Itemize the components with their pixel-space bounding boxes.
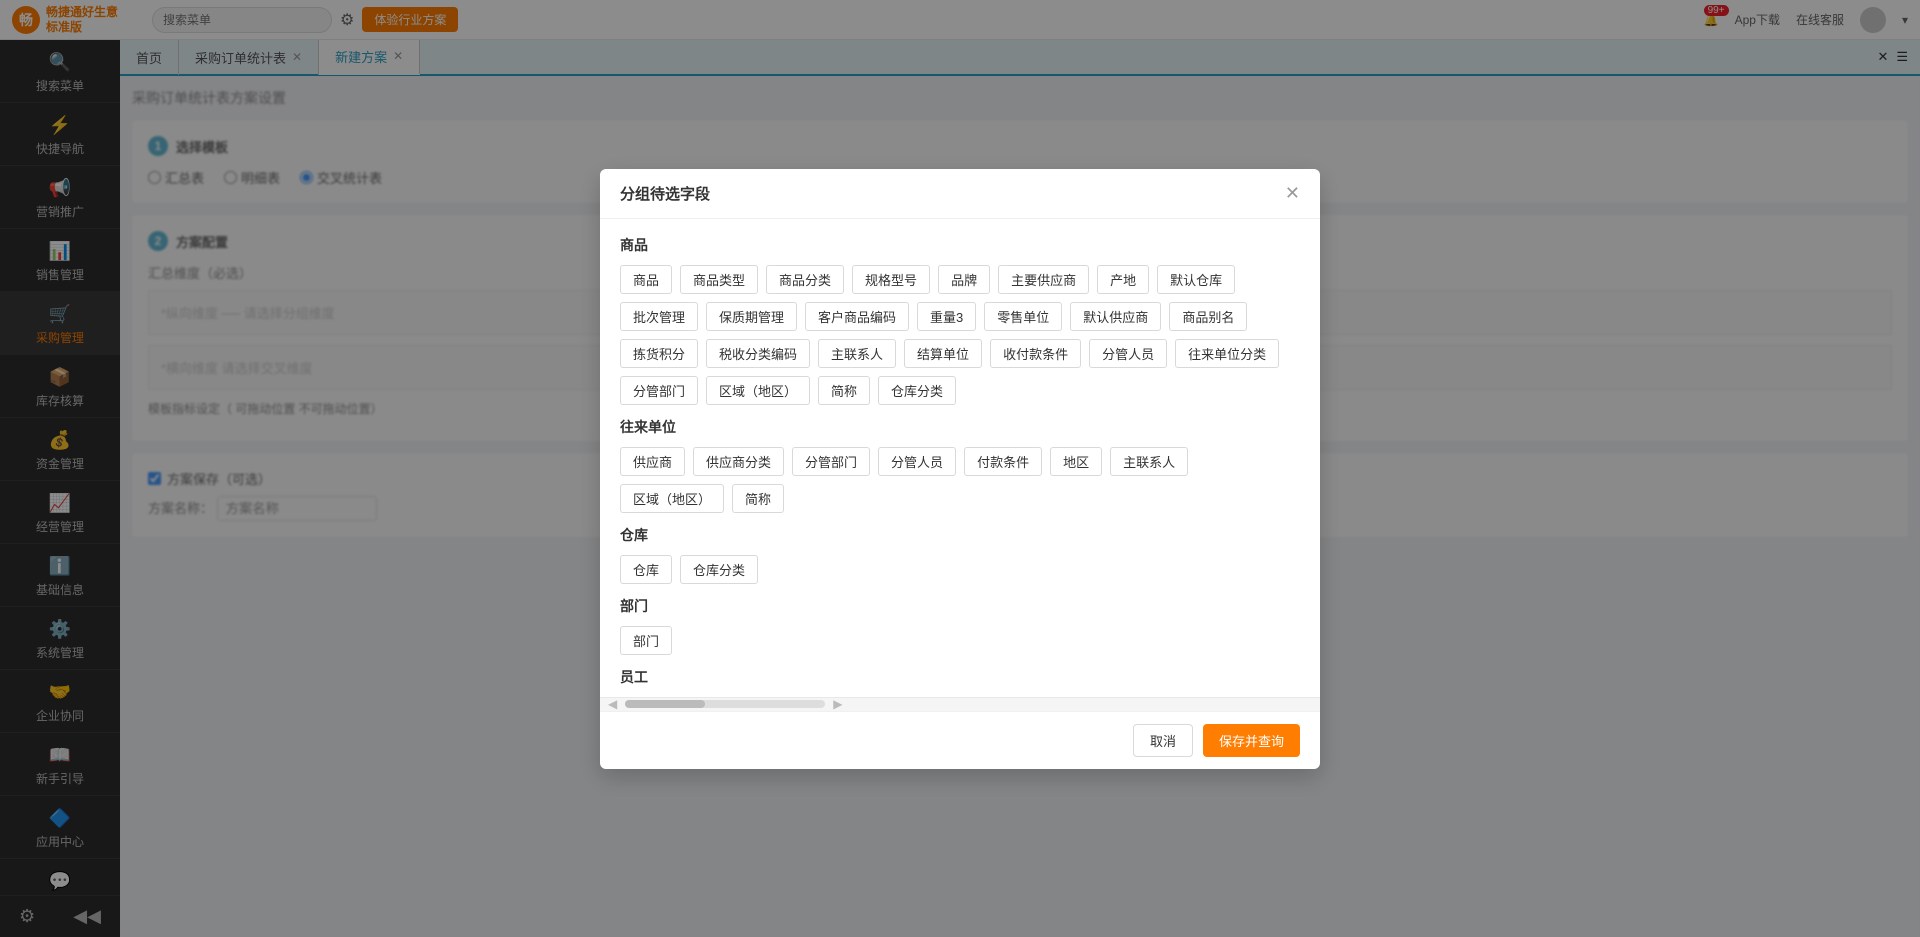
field-tag-0-4[interactable]: 品牌 [938,265,990,294]
field-tag-0-17[interactable]: 主联系人 [818,339,896,368]
section-title-2: 仓库 [620,525,1300,545]
section-title-4: 员工 [620,667,1300,687]
field-tag-0-18[interactable]: 结算单位 [904,339,982,368]
section-title-3: 部门 [620,596,1300,616]
section-title-1: 往来单位 [620,417,1300,437]
field-tag-0-3[interactable]: 规格型号 [852,265,930,294]
confirm-button[interactable]: 保存并查询 [1203,724,1300,757]
field-tag-0-7[interactable]: 默认仓库 [1157,265,1235,294]
section-tags-2: 仓库仓库分类 [620,555,1300,584]
field-tag-0-25[interactable]: 仓库分类 [878,376,956,405]
field-tag-0-15[interactable]: 拣货积分 [620,339,698,368]
modal-header: 分组待选字段 ✕ [600,169,1320,219]
field-tag-1-3[interactable]: 分管人员 [878,447,956,476]
field-tag-1-4[interactable]: 付款条件 [964,447,1042,476]
field-tag-0-1[interactable]: 商品类型 [680,265,758,294]
field-tag-0-2[interactable]: 商品分类 [766,265,844,294]
field-tag-1-2[interactable]: 分管部门 [792,447,870,476]
scroll-left-icon[interactable]: ◀ [608,697,617,711]
field-tag-0-6[interactable]: 产地 [1097,265,1149,294]
modal-overlay: 分组待选字段 ✕ 商品商品商品类型商品分类规格型号品牌主要供应商产地默认仓库批次… [0,0,1920,937]
field-tag-1-5[interactable]: 地区 [1050,447,1102,476]
field-tag-1-1[interactable]: 供应商分类 [693,447,784,476]
modal-body[interactable]: 商品商品商品类型商品分类规格型号品牌主要供应商产地默认仓库批次管理保质期管理客户… [600,219,1320,697]
modal-scroll-bottom: ◀ ▶ [600,697,1320,711]
field-tag-1-8[interactable]: 简称 [732,484,784,513]
section-tags-3: 部门 [620,626,1300,655]
field-tag-1-7[interactable]: 区域（地区） [620,484,724,513]
field-tag-0-23[interactable]: 区域（地区） [706,376,810,405]
field-tag-0-21[interactable]: 往来单位分类 [1175,339,1279,368]
field-tag-0-20[interactable]: 分管人员 [1089,339,1167,368]
scroll-right-icon[interactable]: ▶ [833,697,842,711]
field-tag-3-0[interactable]: 部门 [620,626,672,655]
field-tag-0-22[interactable]: 分管部门 [620,376,698,405]
field-tag-1-0[interactable]: 供应商 [620,447,685,476]
field-tag-0-5[interactable]: 主要供应商 [998,265,1089,294]
modal-close-icon[interactable]: ✕ [1285,184,1300,202]
field-tag-0-9[interactable]: 保质期管理 [706,302,797,331]
field-tag-0-0[interactable]: 商品 [620,265,672,294]
field-tag-0-8[interactable]: 批次管理 [620,302,698,331]
field-tag-0-14[interactable]: 商品别名 [1169,302,1247,331]
modal-footer: 取消 保存并查询 [600,711,1320,769]
cancel-button[interactable]: 取消 [1133,724,1193,757]
field-tag-0-19[interactable]: 收付款条件 [990,339,1081,368]
field-tag-2-1[interactable]: 仓库分类 [680,555,758,584]
field-tag-0-11[interactable]: 重量3 [917,302,976,331]
field-tag-0-24[interactable]: 简称 [818,376,870,405]
section-tags-0: 商品商品类型商品分类规格型号品牌主要供应商产地默认仓库批次管理保质期管理客户商品… [620,265,1300,405]
modal: 分组待选字段 ✕ 商品商品商品类型商品分类规格型号品牌主要供应商产地默认仓库批次… [600,169,1320,769]
field-tag-0-13[interactable]: 默认供应商 [1070,302,1161,331]
field-tag-0-12[interactable]: 零售单位 [984,302,1062,331]
section-title-0: 商品 [620,235,1300,255]
field-tag-2-0[interactable]: 仓库 [620,555,672,584]
field-tag-1-6[interactable]: 主联系人 [1110,447,1188,476]
field-tag-0-16[interactable]: 税收分类编码 [706,339,810,368]
field-tag-0-10[interactable]: 客户商品编码 [805,302,909,331]
section-tags-1: 供应商供应商分类分管部门分管人员付款条件地区主联系人区域（地区） 简称 [620,447,1300,513]
modal-title: 分组待选字段 [620,183,710,204]
